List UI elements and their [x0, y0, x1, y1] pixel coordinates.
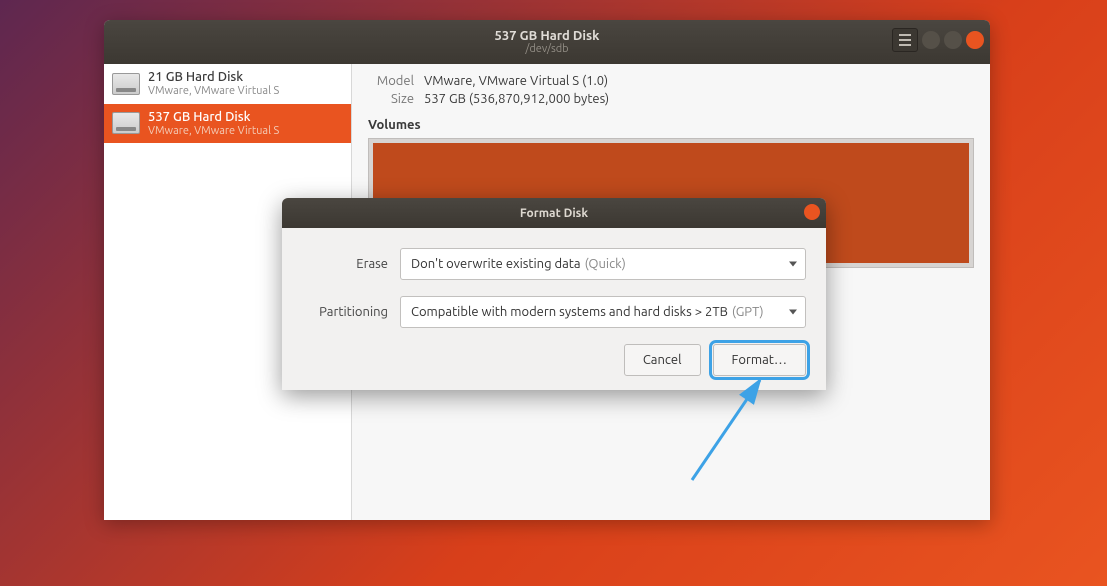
hard-disk-icon — [112, 73, 140, 95]
titlebar[interactable]: 537 GB Hard Disk /dev/sdb — [104, 20, 990, 64]
format-disk-dialog: Format Disk Erase Don't overwrite existi… — [282, 198, 826, 390]
hamburger-menu-button[interactable] — [892, 28, 918, 52]
window-title: 537 GB Hard Disk — [495, 29, 600, 43]
erase-value: Don't overwrite existing data — [411, 257, 581, 271]
erase-suffix: (Quick) — [585, 257, 626, 271]
window-subtitle: /dev/sdb — [495, 43, 600, 55]
erase-dropdown[interactable]: Don't overwrite existing data (Quick) — [400, 248, 806, 280]
cancel-button[interactable]: Cancel — [624, 344, 701, 376]
disk-item-21gb[interactable]: 21 GB Hard Disk VMware, VMware Virtual S — [104, 64, 351, 104]
disk-name: 537 GB Hard Disk — [148, 110, 279, 125]
disk-subtitle: VMware, VMware Virtual S — [148, 85, 279, 98]
model-row: Model VMware, VMware Virtual S (1.0) — [368, 74, 974, 88]
format-button[interactable]: Format… — [713, 344, 806, 376]
partitioning-suffix: (GPT) — [732, 305, 764, 319]
window-close-button[interactable] — [966, 31, 984, 49]
volumes-heading: Volumes — [368, 118, 974, 132]
partitioning-dropdown[interactable]: Compatible with modern systems and hard … — [400, 296, 806, 328]
partitioning-label: Partitioning — [302, 305, 388, 319]
model-label: Model — [368, 74, 414, 88]
erase-label: Erase — [302, 257, 388, 271]
chevron-down-icon — [789, 310, 797, 315]
dialog-body: Erase Don't overwrite existing data (Qui… — [282, 228, 826, 390]
dialog-title: Format Disk — [520, 207, 588, 220]
model-value: VMware, VMware Virtual S (1.0) — [424, 74, 608, 88]
disk-name: 21 GB Hard Disk — [148, 70, 279, 85]
partitioning-value: Compatible with modern systems and hard … — [411, 305, 728, 319]
chevron-down-icon — [789, 262, 797, 267]
size-row: Size 537 GB (536,870,912,000 bytes) — [368, 92, 974, 106]
window-minimize-button[interactable] — [922, 31, 940, 49]
titlebar-text: 537 GB Hard Disk /dev/sdb — [495, 29, 600, 55]
size-label: Size — [368, 92, 414, 106]
hard-disk-icon — [112, 112, 140, 134]
disk-item-537gb[interactable]: 537 GB Hard Disk VMware, VMware Virtual … — [104, 104, 351, 144]
dialog-close-button[interactable] — [804, 204, 820, 220]
size-value: 537 GB (536,870,912,000 bytes) — [424, 92, 609, 106]
dialog-titlebar[interactable]: Format Disk — [282, 198, 826, 228]
disk-subtitle: VMware, VMware Virtual S — [148, 125, 279, 138]
window-maximize-button[interactable] — [944, 31, 962, 49]
titlebar-controls — [892, 28, 984, 52]
